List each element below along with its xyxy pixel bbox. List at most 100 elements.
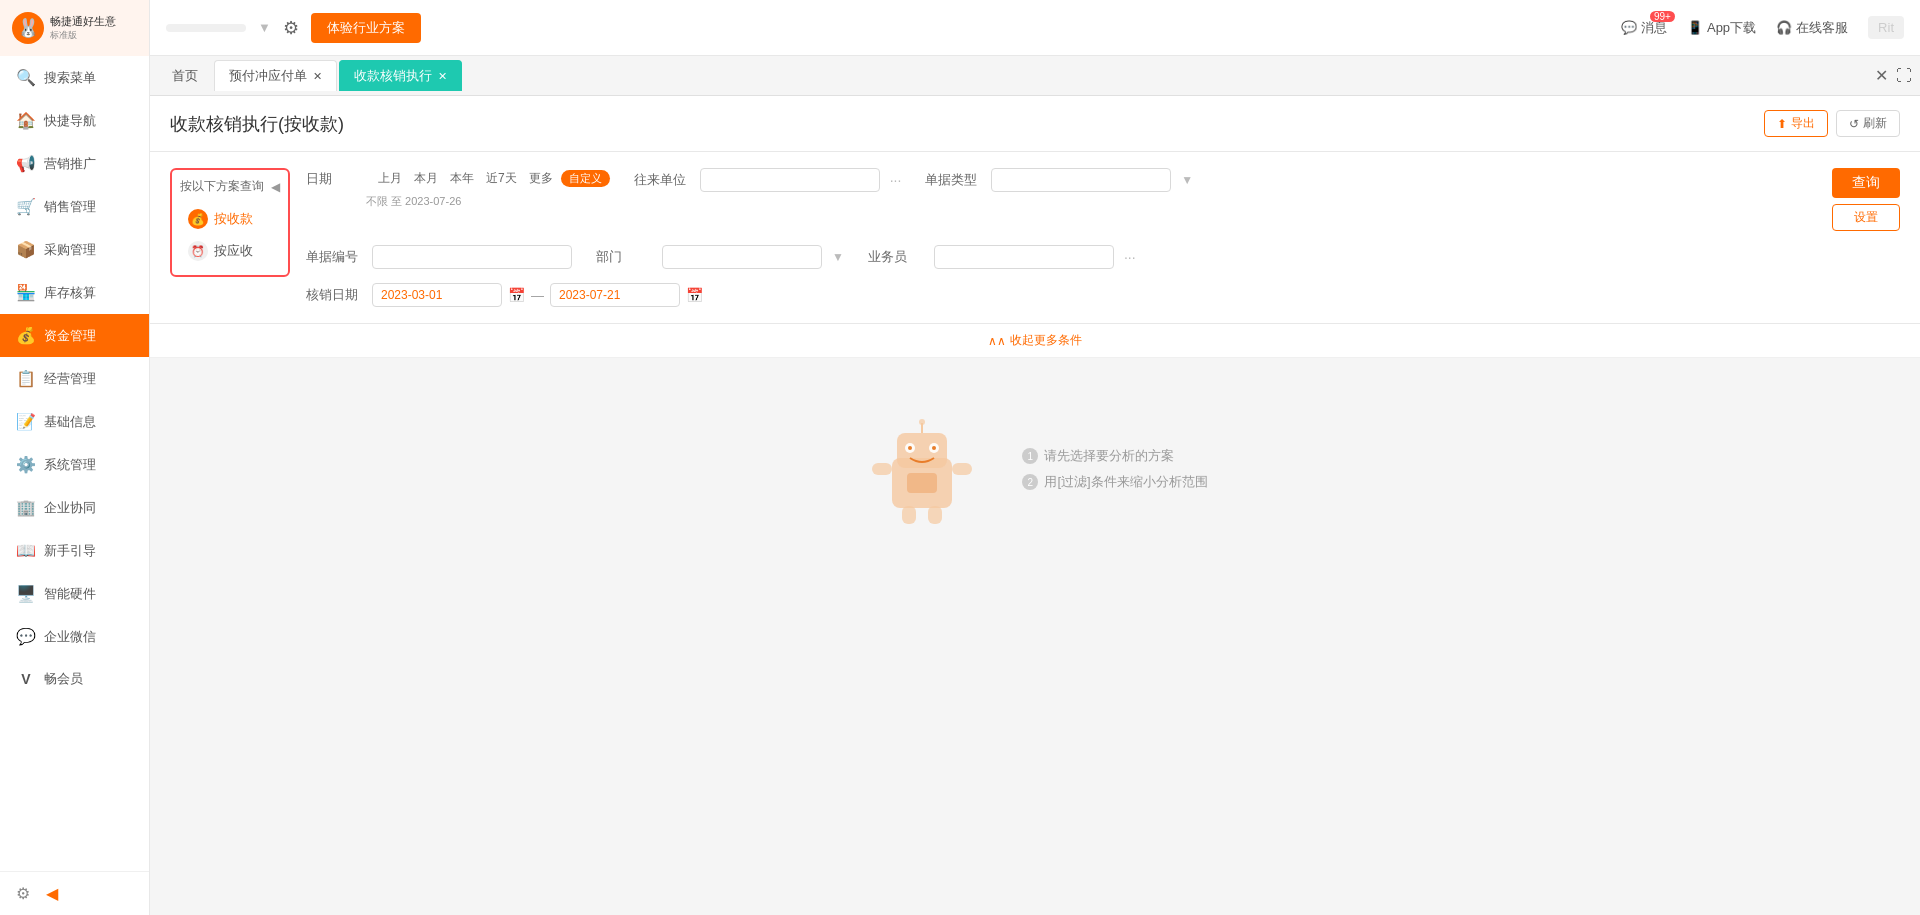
svg-rect-7 bbox=[952, 463, 972, 475]
salesperson-input[interactable] bbox=[934, 245, 1114, 269]
logo-name: 畅捷通好生意 bbox=[50, 14, 116, 28]
sidebar-item-label: 基础信息 bbox=[44, 413, 96, 431]
customer-service-button[interactable]: 🎧 在线客服 bbox=[1776, 19, 1848, 37]
filter-row-2: 单据编号 部门 ▼ 业务员 ··· bbox=[306, 245, 1900, 269]
sidebar-item-basic[interactable]: 📝 基础信息 bbox=[0, 400, 149, 443]
svg-point-4 bbox=[908, 446, 912, 450]
sidebar-item-system[interactable]: ⚙️ 系统管理 bbox=[0, 443, 149, 486]
tab-close-all-button[interactable]: ✕ bbox=[1875, 66, 1888, 85]
sidebar-item-search[interactable]: 🔍 搜索菜单 bbox=[0, 56, 149, 99]
sidebar-item-hardware[interactable]: 🖥️ 智能硬件 bbox=[0, 572, 149, 615]
tab-collection-close-icon[interactable]: ✕ bbox=[438, 70, 447, 83]
sidebar-item-label: 新手引导 bbox=[44, 542, 96, 560]
tab-prepay-label: 预付冲应付单 bbox=[229, 67, 307, 85]
sidebar-item-enterprise[interactable]: 🏢 企业协同 bbox=[0, 486, 149, 529]
department-label: 部门 bbox=[596, 248, 656, 266]
logo-icon: 🐰 bbox=[12, 12, 44, 44]
sidebar-item-operations[interactable]: 📋 经营管理 bbox=[0, 357, 149, 400]
date-btn-thismonth[interactable]: 本月 bbox=[410, 168, 442, 189]
page-header: 收款核销执行(按收款) ⬆ 导出 ↺ 刷新 bbox=[150, 96, 1920, 152]
tab-collection[interactable]: 收款核销执行 ✕ bbox=[339, 60, 462, 91]
refresh-button[interactable]: ↺ 刷新 bbox=[1836, 110, 1900, 137]
tab-prepay[interactable]: 预付冲应付单 ✕ bbox=[214, 60, 337, 91]
collapse-bar[interactable]: ∧∧ 收起更多条件 bbox=[150, 324, 1920, 358]
verify-date-label: 核销日期 bbox=[306, 286, 366, 304]
sidebar-item-label: 智能硬件 bbox=[44, 585, 96, 603]
tab-prepay-close-icon[interactable]: ✕ bbox=[313, 70, 322, 83]
user-avatar[interactable]: Rit bbox=[1868, 16, 1904, 39]
settings-icon[interactable]: ⚙ bbox=[16, 884, 30, 903]
bill-type-chevron-icon[interactable]: ▼ bbox=[1181, 173, 1193, 187]
date-btn-more[interactable]: 更多 bbox=[525, 168, 557, 189]
logo-badge: 标准版 bbox=[50, 29, 116, 42]
verify-date-start-group: 📅 bbox=[372, 283, 525, 307]
verify-date-end-calendar-icon[interactable]: 📅 bbox=[686, 287, 703, 303]
sidebar-item-label: 系统管理 bbox=[44, 456, 96, 474]
topbar-right: 💬 消息 99+ 📱 App下载 🎧 在线客服 Rit bbox=[1621, 16, 1904, 39]
date-btn-7days[interactable]: 近7天 bbox=[482, 168, 521, 189]
svg-point-5 bbox=[932, 446, 936, 450]
verify-date-start-calendar-icon[interactable]: 📅 bbox=[508, 287, 525, 303]
sidebar-item-label: 企业协同 bbox=[44, 499, 96, 517]
app-download-button[interactable]: 📱 App下载 bbox=[1687, 19, 1756, 37]
counterparty-input[interactable] bbox=[700, 168, 880, 192]
date-btn-custom[interactable]: 自定义 bbox=[561, 170, 610, 187]
date-label: 日期 bbox=[306, 170, 366, 188]
receipt-icon: 💰 bbox=[188, 209, 208, 229]
filter-row-1: 日期 上月 本月 本年 近7天 更多 自定义 不限 至 2023-0 bbox=[306, 168, 1900, 231]
query-button[interactable]: 查询 bbox=[1832, 168, 1900, 198]
filter-sidebar: 按以下方案查询 ◀ 💰 按收款 ⏰ 按应收 bbox=[170, 168, 290, 307]
topbar-search[interactable] bbox=[166, 24, 246, 32]
tab-home[interactable]: 首页 bbox=[158, 61, 212, 91]
page-title: 收款核销执行(按收款) bbox=[170, 112, 344, 150]
message-button[interactable]: 💬 消息 99+ bbox=[1621, 19, 1667, 37]
bill-type-input[interactable] bbox=[991, 168, 1171, 192]
verify-date-end-input[interactable] bbox=[550, 283, 680, 307]
inventory-icon: 🏪 bbox=[16, 283, 36, 302]
sidebar-item-marketing[interactable]: 📢 营销推广 bbox=[0, 142, 149, 185]
industry-solution-button[interactable]: 体验行业方案 bbox=[311, 13, 421, 43]
sidebar-logo: 🐰 畅捷通好生意 标准版 bbox=[0, 0, 149, 56]
tabs-bar: 首页 预付冲应付单 ✕ 收款核销执行 ✕ ✕ ⛶ bbox=[150, 56, 1920, 96]
bill-type-field: 单据类型 ▼ bbox=[925, 168, 1193, 192]
app-icon: 📱 bbox=[1687, 20, 1703, 35]
empty-tip-1: 1 请先选择要分析的方案 bbox=[1022, 447, 1207, 465]
system-icon: ⚙️ bbox=[16, 455, 36, 474]
topbar-gear-icon[interactable]: ⚙ bbox=[283, 17, 299, 39]
sidebar-item-quicknav[interactable]: 🏠 快捷导航 bbox=[0, 99, 149, 142]
export-button[interactable]: ⬆ 导出 bbox=[1764, 110, 1828, 137]
purchase-icon: 📦 bbox=[16, 240, 36, 259]
salesperson-more-icon[interactable]: ··· bbox=[1124, 249, 1136, 265]
svg-point-11 bbox=[919, 419, 925, 425]
filter-option-by-receivable[interactable]: ⏰ 按应收 bbox=[180, 235, 280, 267]
tip-num-2: 2 bbox=[1022, 474, 1038, 490]
message-badge: 99+ bbox=[1650, 11, 1675, 22]
date-btn-thisyear[interactable]: 本年 bbox=[446, 168, 478, 189]
sales-icon: 🛒 bbox=[16, 197, 36, 216]
sidebar-item-wechat[interactable]: 💬 企业微信 bbox=[0, 615, 149, 658]
department-chevron-icon[interactable]: ▼ bbox=[832, 250, 844, 264]
counterparty-more-icon[interactable]: ··· bbox=[890, 172, 902, 188]
filter-row-3: 核销日期 📅 — 📅 bbox=[306, 283, 1900, 307]
sidebar-item-purchase[interactable]: 📦 采购管理 bbox=[0, 228, 149, 271]
basic-icon: 📝 bbox=[16, 412, 36, 431]
filter-collapse-icon[interactable]: ◀ bbox=[271, 180, 280, 194]
salesperson-label: 业务员 bbox=[868, 248, 928, 266]
sidebar-item-finance[interactable]: 💰 资金管理 bbox=[0, 314, 149, 357]
tab-expand-button[interactable]: ⛶ bbox=[1896, 66, 1912, 85]
bill-number-input[interactable] bbox=[372, 245, 572, 269]
date-btn-lastmonth[interactable]: 上月 bbox=[374, 168, 406, 189]
filter-option-by-receipt[interactable]: 💰 按收款 bbox=[180, 203, 280, 235]
sidebar-item-sales[interactable]: 🛒 销售管理 bbox=[0, 185, 149, 228]
sidebar-item-inventory[interactable]: 🏪 库存核算 bbox=[0, 271, 149, 314]
collapse-bar-label: 收起更多条件 bbox=[1010, 332, 1082, 349]
sidebar-item-label: 快捷导航 bbox=[44, 112, 96, 130]
svg-rect-12 bbox=[907, 473, 937, 493]
department-input[interactable] bbox=[662, 245, 822, 269]
sidebar-item-guide[interactable]: 📖 新手引导 bbox=[0, 529, 149, 572]
sidebar-item-member[interactable]: V 畅会员 bbox=[0, 658, 149, 700]
setting-button[interactable]: 设置 bbox=[1832, 204, 1900, 231]
verify-date-start-input[interactable] bbox=[372, 283, 502, 307]
sidebar-item-label: 搜索菜单 bbox=[44, 69, 96, 87]
collapse-sidebar-icon[interactable]: ◀ bbox=[46, 884, 58, 903]
